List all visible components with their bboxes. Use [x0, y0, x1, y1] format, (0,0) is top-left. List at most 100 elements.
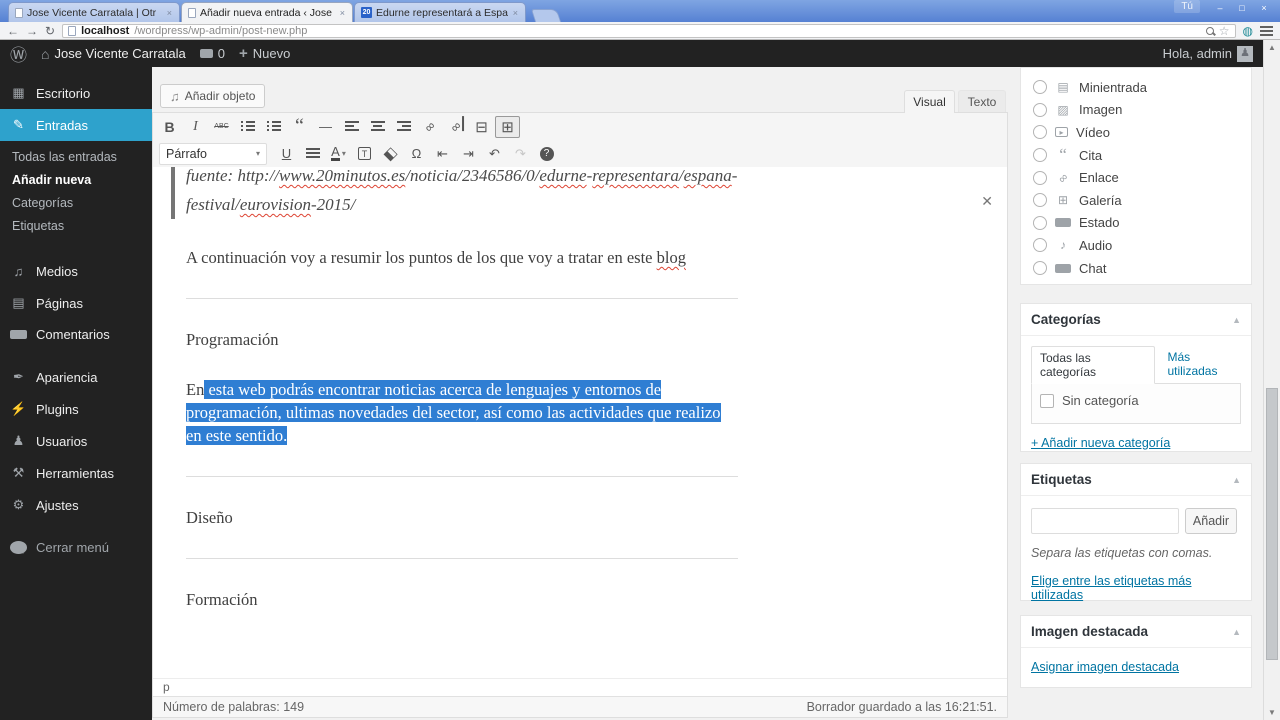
content-paragraph[interactable]: En esta web podrás encontrar noticias ac…: [186, 378, 738, 447]
sidebar-item-escritorio[interactable]: ▦ Escritorio: [0, 77, 152, 109]
back-icon[interactable]: ←: [7, 25, 19, 37]
checkbox[interactable]: [1040, 393, 1054, 408]
assign-featured-image-link[interactable]: Asignar imagen destacada: [1031, 660, 1179, 674]
radio-button[interactable]: [1033, 148, 1047, 163]
radio-button[interactable]: [1033, 125, 1047, 140]
sidebar-subitem-anadir-nueva[interactable]: Añadir nueva: [12, 168, 152, 191]
tab-all-categories[interactable]: Todas las categorías: [1031, 346, 1156, 384]
scroll-up-icon[interactable]: ▲: [1264, 43, 1280, 52]
tab-visual[interactable]: Visual: [904, 90, 955, 113]
strikethrough-button[interactable]: ABC: [209, 116, 234, 138]
tags-panel-header[interactable]: Etiquetas ▲: [1021, 464, 1251, 496]
sidebar-item-entradas[interactable]: ✎ Entradas: [0, 109, 158, 141]
sidebar-item-apariencia[interactable]: ✒ Apariencia: [0, 361, 152, 393]
tag-input[interactable]: [1031, 508, 1179, 534]
tab-close-icon[interactable]: ×: [512, 8, 519, 18]
maximize-icon[interactable]: □: [1232, 2, 1252, 15]
browser-profile-button[interactable]: Tú: [1174, 0, 1200, 13]
close-icon[interactable]: ×: [1254, 2, 1274, 15]
adminbar-new-button[interactable]: + Nuevo: [239, 45, 290, 62]
reload-icon[interactable]: ↻: [45, 25, 55, 37]
sidebar-item-ajustes[interactable]: ⚙ Ajustes: [0, 489, 152, 521]
italic-button[interactable]: I: [183, 116, 208, 138]
align-left-button[interactable]: [339, 116, 364, 138]
numbered-list-button[interactable]: [261, 116, 286, 138]
radio-button[interactable]: [1033, 193, 1047, 208]
adminbar-account[interactable]: Hola, admin ♟: [1163, 45, 1253, 62]
align-right-button[interactable]: [391, 116, 416, 138]
remove-link-button[interactable]: ∞: [443, 116, 468, 138]
radio-button[interactable]: [1033, 80, 1047, 95]
text-color-button[interactable]: A ▾: [326, 143, 351, 165]
paste-as-text-button[interactable]: T: [352, 143, 377, 165]
adminbar-site-link[interactable]: ⌂ Jose Vicente Carratala: [41, 46, 186, 62]
sidebar-item-cerrar-menu[interactable]: ◀ Cerrar menú: [0, 532, 152, 563]
extension-icon[interactable]: ◍: [1243, 24, 1253, 38]
sidebar-subitem-etiquetas[interactable]: Etiquetas: [12, 214, 152, 237]
browser-menu-icon[interactable]: [1260, 25, 1273, 36]
help-button[interactable]: ?: [534, 143, 559, 165]
editor-content[interactable]: fuente: http://www.20minutos.es/noticia/…: [153, 167, 1007, 678]
content-paragraph[interactable]: Diseño: [186, 506, 738, 529]
paragraph-select[interactable]: Párrafo ▾: [159, 142, 267, 165]
insert-link-button[interactable]: ∞: [417, 116, 442, 138]
sidebar-item-medios[interactable]: ♫ Medios: [0, 256, 152, 287]
content-paragraph[interactable]: Formación: [186, 588, 738, 611]
browser-tab-edurne-representara-a-espa[interactable]: 20 Edurne representará a Espa ×: [354, 2, 526, 22]
sidebar-item-herramientas[interactable]: ⚒ Herramientas: [0, 457, 152, 489]
undo-button[interactable]: ↶: [482, 143, 507, 165]
scroll-down-icon[interactable]: ▼: [1264, 708, 1280, 717]
radio-button[interactable]: [1033, 238, 1047, 253]
radio-button[interactable]: [1033, 261, 1047, 276]
indent-button[interactable]: ⇥: [456, 143, 481, 165]
format-option-minientrada[interactable]: ▤ Minientrada: [1033, 76, 1239, 99]
browser-tab-anadir-nueva-entrada-jose[interactable]: Añadir nueva entrada ‹ Jose ×: [181, 2, 353, 22]
tab-most-used[interactable]: Más utilizadas: [1167, 350, 1241, 383]
wordpress-logo-icon[interactable]: Ⓦ: [10, 41, 27, 66]
categories-panel-header[interactable]: Categorías ▲: [1021, 304, 1251, 336]
format-option-video[interactable]: ▸ Vídeo: [1033, 121, 1239, 144]
address-bar[interactable]: localhost /wordpress/wp-admin/post-new.p…: [62, 23, 1236, 38]
radio-button[interactable]: [1033, 215, 1047, 230]
format-option-cita[interactable]: “ Cita: [1033, 144, 1239, 167]
sidebar-item-comentarios[interactable]: Comentarios: [0, 319, 152, 350]
blockquote-button[interactable]: “: [287, 116, 312, 138]
page-scrollbar[interactable]: ▲ ▼: [1263, 40, 1280, 720]
sidebar-item-paginas[interactable]: ▤ Páginas: [0, 287, 152, 319]
toolbar-toggle-button[interactable]: ⊞: [495, 115, 520, 138]
sidebar-subitem-todas-las-entradas[interactable]: Todas las entradas: [12, 145, 152, 168]
browser-tab-jose-vicente-carratala-otr[interactable]: Jose Vicente Carratala | Otr ×: [8, 2, 180, 22]
tab-close-icon[interactable]: ×: [166, 8, 173, 18]
zoom-search-icon[interactable]: [1205, 26, 1214, 35]
featured-image-header[interactable]: Imagen destacada ▲: [1021, 616, 1251, 648]
outdent-button[interactable]: ⇤: [430, 143, 455, 165]
tab-close-icon[interactable]: ×: [339, 8, 346, 18]
content-paragraph[interactable]: Programación: [186, 328, 738, 351]
collapse-arrow-icon[interactable]: ▲: [1232, 475, 1241, 485]
format-option-chat[interactable]: Chat: [1033, 257, 1239, 280]
collapse-arrow-icon[interactable]: ▲: [1232, 315, 1241, 325]
add-tag-button[interactable]: Añadir: [1185, 508, 1237, 534]
horizontal-rule-button[interactable]: —: [313, 116, 338, 138]
new-tab-button[interactable]: [530, 9, 562, 22]
sidebar-item-plugins[interactable]: ⚡ Plugins: [0, 393, 152, 425]
category-checkbox-row[interactable]: Sin categoría: [1040, 393, 1232, 408]
bold-button[interactable]: B: [157, 116, 182, 138]
collapse-arrow-icon[interactable]: ▲: [1232, 627, 1241, 637]
forward-icon[interactable]: →: [26, 25, 38, 37]
content-paragraph[interactable]: A continuación voy a resumir los puntos …: [186, 246, 738, 269]
align-center-button[interactable]: [365, 116, 390, 138]
tab-texto[interactable]: Texto: [958, 90, 1006, 113]
format-option-enlace[interactable]: ∞ Enlace: [1033, 166, 1239, 189]
add-media-button[interactable]: ♫ Añadir objeto: [160, 84, 266, 108]
scrollbar-thumb[interactable]: [1266, 388, 1278, 660]
redo-button[interactable]: ↷: [508, 143, 533, 165]
adminbar-comments[interactable]: 0: [199, 46, 225, 61]
sidebar-item-usuarios[interactable]: ♟ Usuarios: [0, 425, 152, 457]
format-option-audio[interactable]: ♪ Audio: [1033, 234, 1239, 257]
clear-formatting-button[interactable]: ◧: [378, 143, 403, 165]
choose-tags-link[interactable]: Elige entre las etiquetas más utilizadas: [1031, 574, 1241, 602]
sidebar-subitem-categorias[interactable]: Categorías: [12, 191, 152, 214]
radio-button[interactable]: [1033, 102, 1047, 117]
bullet-list-button[interactable]: [235, 116, 260, 138]
